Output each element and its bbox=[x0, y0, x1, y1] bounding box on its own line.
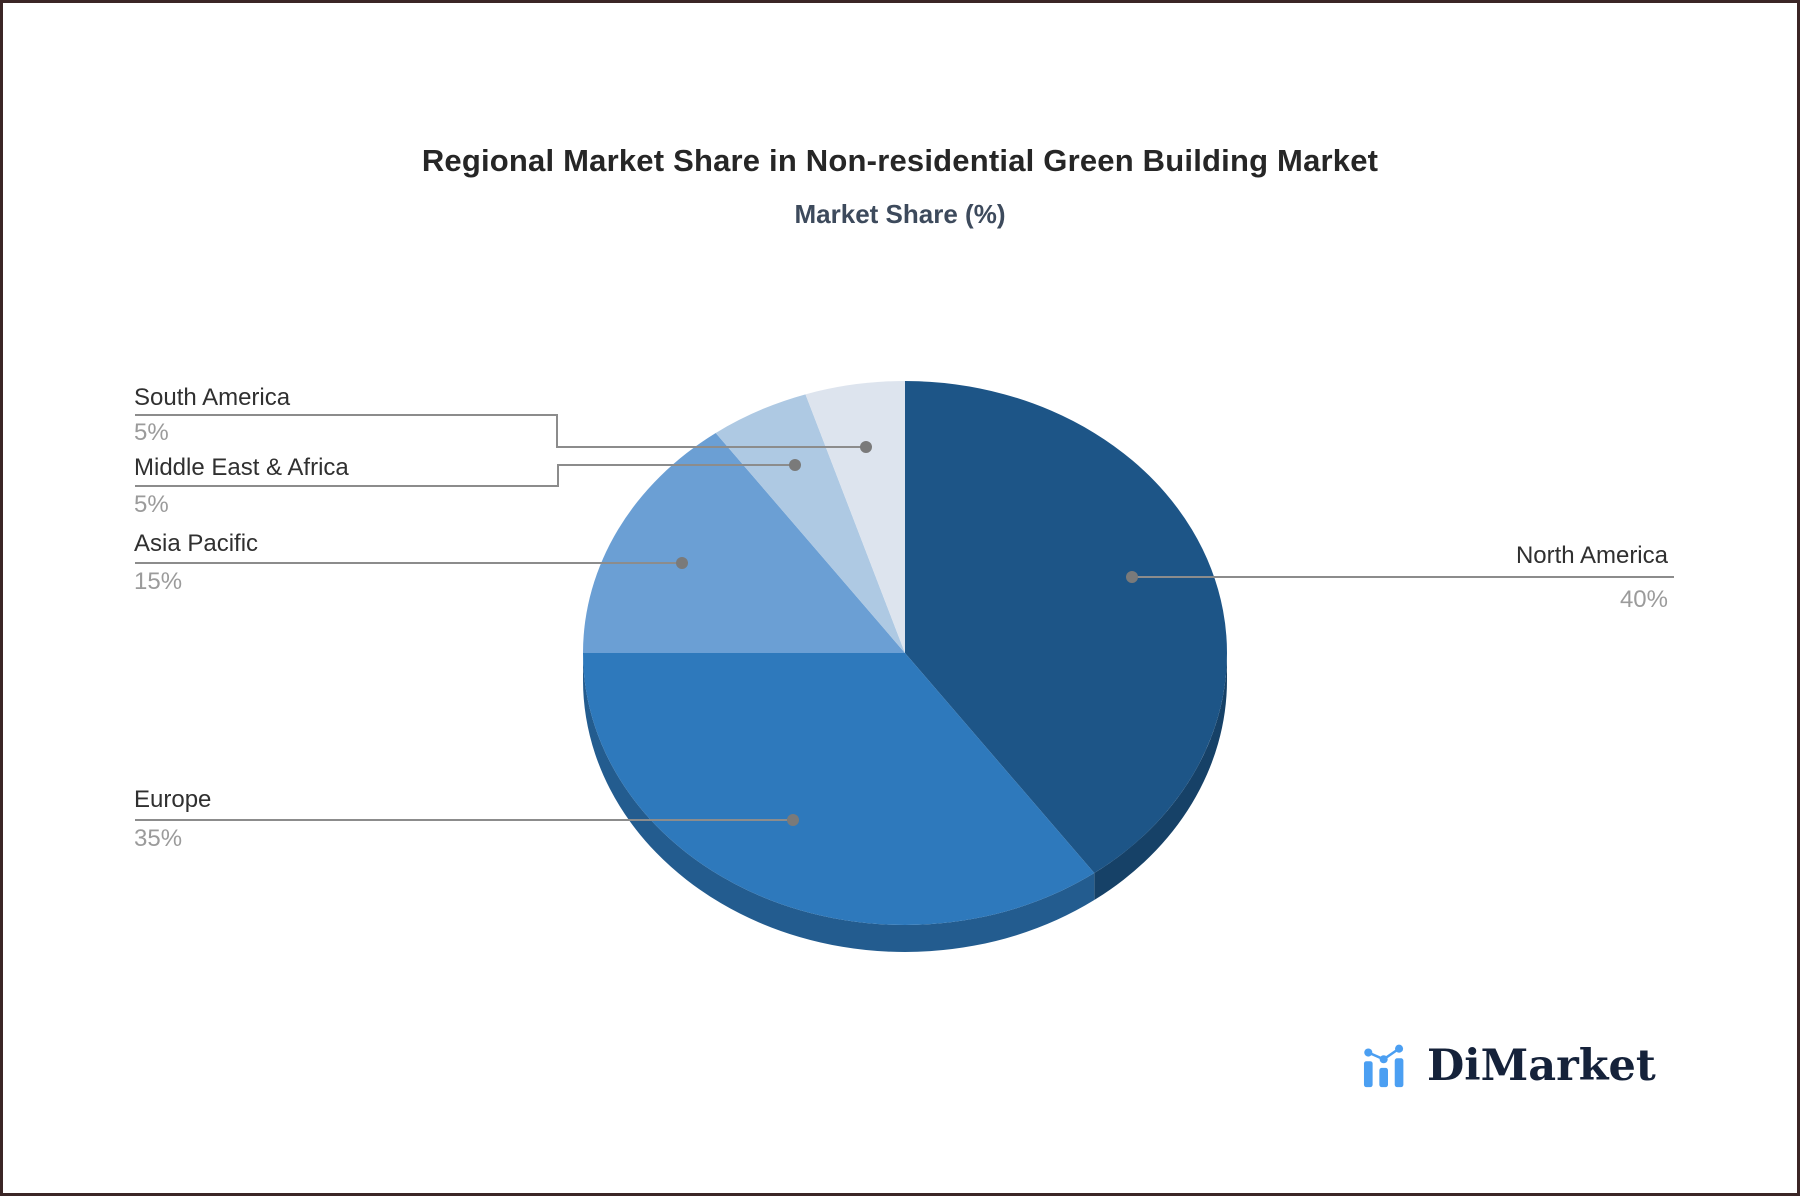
slice-label-europe: Europe bbox=[134, 786, 212, 813]
slice-value-south-america: 5% bbox=[134, 419, 169, 446]
slice-label-south-america: South America bbox=[134, 384, 291, 411]
slice-label-middle-east-africa: Middle East & Africa bbox=[134, 454, 349, 481]
slice-value-asia-pacific: 15% bbox=[134, 568, 183, 595]
slice-value-europe: 35% bbox=[134, 825, 183, 852]
leader-dot-south-america bbox=[860, 441, 872, 453]
leader-dot-north-america bbox=[1126, 571, 1138, 583]
slice-label-north-america: North America bbox=[1515, 542, 1668, 569]
leader-dot-europe bbox=[787, 814, 799, 826]
slice-label-asia-pacific: Asia Pacific bbox=[134, 530, 259, 557]
chart-page: Regional Market Share in Non-residential… bbox=[0, 0, 1800, 1196]
leader-dot-middle-east-africa bbox=[789, 459, 801, 471]
brand-name: DiMarket bbox=[1427, 1040, 1656, 1091]
leader-dot-asia-pacific bbox=[676, 557, 688, 569]
bar-chart-logo-icon bbox=[1363, 1044, 1404, 1088]
slice-value-middle-east-africa: 5% bbox=[134, 491, 169, 518]
brand-logo: DiMarket bbox=[1361, 1041, 1656, 1091]
pie-chart-svg bbox=[135, 381, 1674, 952]
slice-value-north-america: 40% bbox=[1619, 586, 1668, 613]
